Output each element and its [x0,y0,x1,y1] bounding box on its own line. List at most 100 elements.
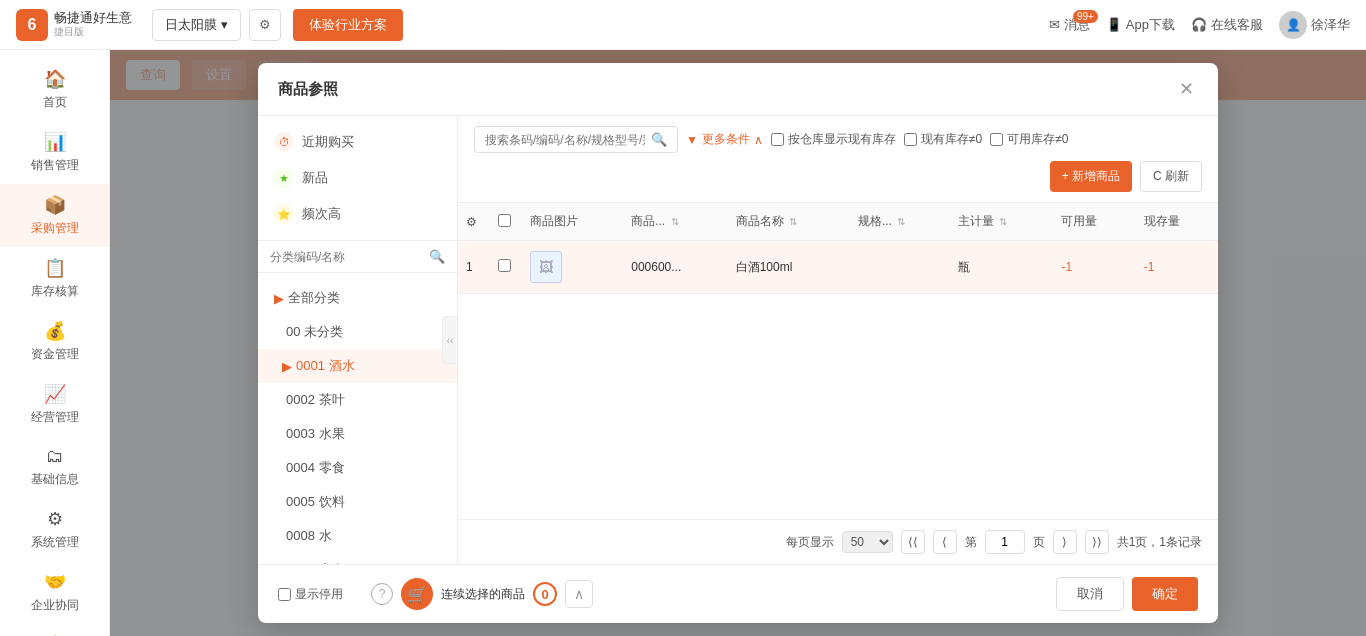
modal-body: ⏱ 近期购买 ★ 新品 ⭐ 频次高 [258,116,1218,564]
modal-close-button[interactable]: ✕ [1174,77,1198,101]
product-search-input[interactable] [485,133,645,147]
modal-footer: 显示停用 ? 🛒 连续选择的商品 0 ∧ 取消 确定 [258,564,1218,623]
cart-area: ? 🛒 连续选择的商品 0 ∧ [371,578,593,610]
col-name-header[interactable]: 商品名称 ⇅ [728,203,850,241]
base-icon: 🗂 [46,446,64,467]
online-service-nav[interactable]: 🎧 在线客服 [1191,16,1263,34]
select-all-checkbox[interactable] [498,214,511,227]
sort-icon-unit: ⇅ [999,216,1007,227]
row-checkbox[interactable] [498,259,511,272]
purchase-icon: 📦 [44,194,66,216]
category-search-icon[interactable]: 🔍 [429,249,445,264]
logo: 6 畅捷通好生意 捷目版 [16,9,132,41]
sidebar-item-finance[interactable]: 💰 资金管理 [0,310,109,373]
category-item-0004[interactable]: 0004 零食 [258,451,457,485]
help-icon[interactable]: ? [371,583,393,605]
prev-page-button[interactable]: ⟨ [933,530,957,554]
messages-nav[interactable]: ✉ 消息 99+ [1049,16,1090,34]
sidebar-item-enterprise[interactable]: 🤝 企业协同 [0,561,109,624]
checkbox-current-input[interactable] [904,133,917,146]
sidebar-item-guide[interactable]: 🌟 新手引导 [0,624,109,636]
quick-nav: ⏱ 近期购买 ★ 新品 ⭐ 频次高 [258,116,457,241]
col-available-header[interactable]: 可用量 [1053,203,1135,241]
col-stock-header[interactable]: 现存量 [1136,203,1218,241]
footer-left: 显示停用 [278,586,343,603]
add-product-button[interactable]: + 新增商品 [1050,161,1132,192]
logo-icon: 6 [16,9,48,41]
enterprise-icon: 🤝 [44,571,66,593]
cell-img: 🖼 [522,241,623,294]
checkbox-available-input[interactable] [990,133,1003,146]
app-download-nav[interactable]: 📱 App下载 [1106,16,1175,34]
first-page-button[interactable]: ⟨⟨ [901,530,925,554]
sidebar-label-base: 基础信息 [31,471,79,488]
footer-right: 取消 确定 [1056,577,1198,611]
confirm-button[interactable]: 确定 [1132,577,1198,611]
checkbox-warehouse-stock[interactable]: 按仓库显示现有库存 [771,131,896,148]
category-item-0008[interactable]: 0008 水 [258,519,457,553]
show-disabled-input[interactable] [278,588,291,601]
col-checkbox[interactable] [490,203,522,241]
last-page-button[interactable]: ⟩⟩ [1085,530,1109,554]
quick-nav-new[interactable]: ★ 新品 [258,160,457,196]
checkbox-current-stock[interactable]: 现有库存≠0 [904,131,982,148]
stock-icon: 📋 [44,257,66,279]
category-item-all[interactable]: ▶ 全部分类 [258,281,457,315]
category-item-0002[interactable]: 0002 茶叶 [258,383,457,417]
cart-icon[interactable]: 🛒 [401,578,433,610]
table-row[interactable]: 1 🖼 000600... 白酒100ml 瓶 [458,241,1218,294]
cell-spec [850,241,950,294]
cell-checkbox[interactable] [490,241,522,294]
filter-more-button[interactable]: ▼ 更多条件 ∧ [686,131,763,148]
col-spec-header[interactable]: 规格... ⇅ [850,203,950,241]
cell-code: 000600... [623,241,727,294]
message-icon: ✉ [1049,17,1060,32]
page-input[interactable] [985,530,1025,554]
quick-nav-freq[interactable]: ⭐ 频次高 [258,196,457,232]
next-page-button[interactable]: ⟩ [1053,530,1077,554]
gear-icon: ⚙ [259,17,271,32]
category-item-0003[interactable]: 0003 水果 [258,417,457,451]
sidebar-item-system[interactable]: ⚙ 系统管理 [0,498,109,561]
nav-dropdown[interactable]: 日太阳膜 ▾ [152,9,241,41]
search-icon[interactable]: 🔍 [651,132,667,147]
col-unit-header[interactable]: 主计量 ⇅ [950,203,1053,241]
cell-index: 1 [458,241,490,294]
user-menu[interactable]: 👤 徐泽华 [1279,11,1350,39]
gear-button[interactable]: ⚙ [249,9,281,41]
page-prefix-label: 第 [965,534,977,551]
per-page-select[interactable]: 50 20 100 [842,531,893,553]
per-page-label: 每页显示 [786,534,834,551]
checkbox-available-stock[interactable]: 可用库存≠0 [990,131,1068,148]
category-item-00[interactable]: 00 未分类 [258,315,457,349]
col-code-header[interactable]: 商品... ⇅ [623,203,727,241]
collapse-cart-button[interactable]: ∧ [565,580,593,608]
checkbox-warehouse-input[interactable] [771,133,784,146]
refresh-button[interactable]: C 刷新 [1140,161,1202,192]
system-icon: ⚙ [47,508,63,530]
collapse-panel-button[interactable]: ‹‹ [442,316,458,364]
show-disabled-checkbox[interactable]: 显示停用 [278,586,343,603]
main-content: 查询 设置 刷新 商品参照 ✕ [110,50,1366,636]
col-settings[interactable]: ⚙ [458,203,490,241]
page-suffix-label: 页 [1033,534,1045,551]
avatar: 👤 [1279,11,1307,39]
sidebar-item-stock[interactable]: 📋 库存核算 [0,247,109,310]
trial-button[interactable]: 体验行业方案 [293,9,403,41]
category-list: ▶ 全部分类 00 未分类 ▶ 0001 酒水 0002 茶 [258,273,457,564]
chevron-up-icon: ∧ [754,133,763,147]
sidebar-item-purchase[interactable]: 📦 采购管理 [0,184,109,247]
quick-nav-recent[interactable]: ⏱ 近期购买 [258,124,457,160]
sidebar-item-base[interactable]: 🗂 基础信息 [0,436,109,498]
sidebar-item-sales[interactable]: 📊 销售管理 [0,121,109,184]
sidebar-label-enterprise: 企业协同 [31,597,79,614]
cancel-button[interactable]: 取消 [1056,577,1124,611]
category-search-input[interactable] [270,250,425,264]
sidebar-label-purchase: 采购管理 [31,220,79,237]
sidebar-item-ops[interactable]: 📈 经营管理 [0,373,109,436]
pagination: 每页显示 50 20 100 ⟨⟨ ⟨ 第 页 ⟩ [458,519,1218,564]
sidebar-item-home[interactable]: 🏠 首页 [0,58,109,121]
category-item-0005[interactable]: 0005 饮料 [258,485,457,519]
category-item-0001[interactable]: ▶ 0001 酒水 [258,349,457,383]
category-item-0010[interactable]: 0010 家电 [258,553,457,564]
